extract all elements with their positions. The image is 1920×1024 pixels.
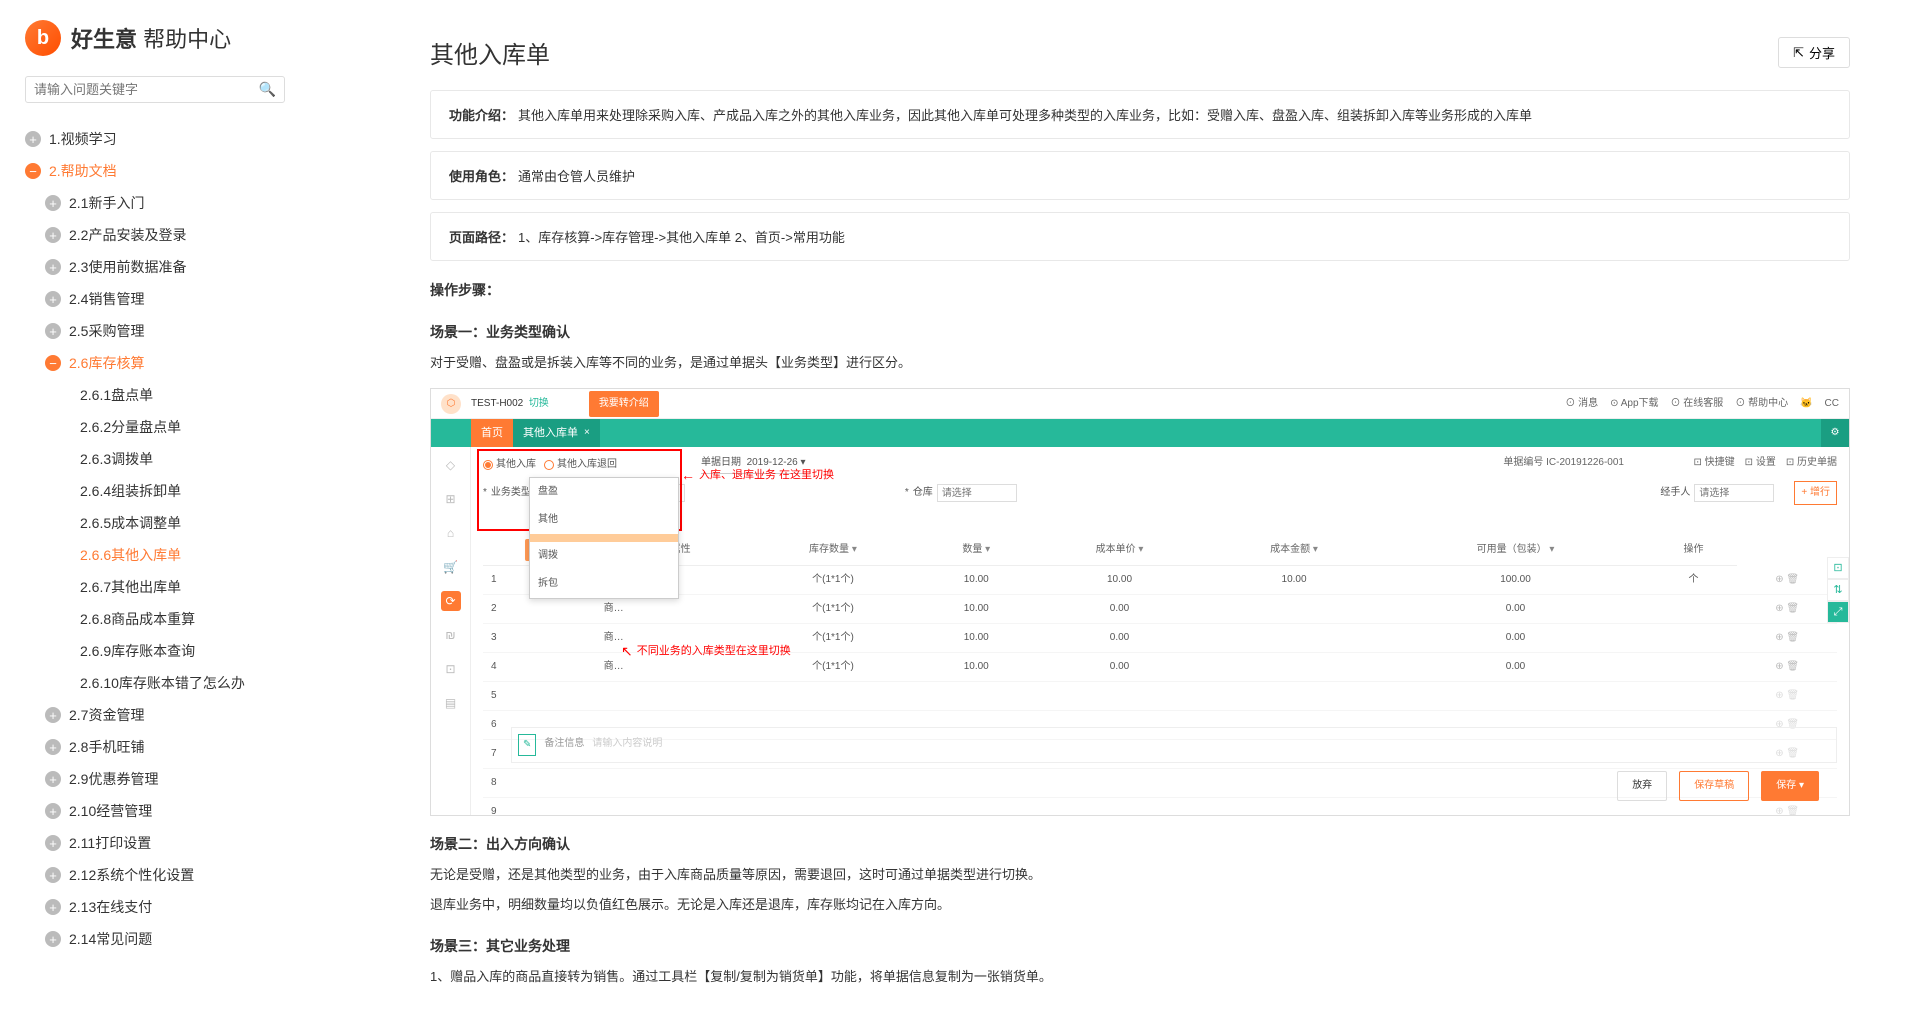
plus-icon: +	[45, 739, 61, 755]
plus-icon: +	[25, 131, 41, 147]
nav-item[interactable]: +2.5采购管理	[25, 315, 430, 347]
nav-item[interactable]: +2.3使用前数据准备	[25, 251, 430, 283]
draft-button: 保存草稿	[1679, 771, 1749, 801]
nav-item[interactable]: 2.6.8商品成本重算	[25, 603, 430, 635]
referral-button: 我要转介绍	[589, 391, 659, 417]
nav-item[interactable]: +2.7资金管理	[25, 699, 430, 731]
scene3-heading: 场景三：其它业务处理	[430, 932, 1850, 960]
plus-icon: +	[45, 899, 61, 915]
plus-icon: +	[45, 931, 61, 947]
nav-tree: +1.视频学习−2.帮助文档+2.1新手入门+2.2产品安装及登录+2.3使用前…	[25, 123, 430, 955]
role-card: 使用角色：通常由仓管人员维护	[430, 151, 1850, 200]
scene3-text: 1、赠品入库的商品直接转为销售。通过工具栏【复制/复制为销货单】功能，将单据信息…	[430, 964, 1850, 990]
share-icon: ⇱	[1793, 45, 1804, 61]
logo-icon: b	[25, 20, 61, 56]
app-logo-icon: ⬡	[441, 394, 461, 414]
embedded-screenshot: ⬡ TEST-H002 切换 我要转介绍 ⊙ 消息⊙ App下载⊙ 在线客服⊙ …	[430, 388, 1850, 816]
annotation-1: ←入库、退库业务 在这里切换	[681, 461, 834, 489]
nav-item[interactable]: +2.11打印设置	[25, 827, 430, 859]
nav-item[interactable]: +1.视频学习	[25, 123, 430, 155]
plus-icon: +	[45, 259, 61, 275]
biz-type-dropdown: 盘盈其他调拨拆包	[529, 477, 679, 599]
nav-item[interactable]: +2.13在线支付	[25, 891, 430, 923]
search-box[interactable]: 🔍	[25, 76, 285, 103]
tab-active: 其他入库单×	[513, 419, 600, 447]
nav-item[interactable]: 2.6.4组装拆卸单	[25, 475, 430, 507]
nav-item[interactable]: +2.8手机旺铺	[25, 731, 430, 763]
nav-item[interactable]: +2.2产品安装及登录	[25, 219, 430, 251]
scene2-text1: 无论是受赠，还是其他类型的业务，由于入库商品质量等原因，需要退回，这时可通过单据…	[430, 862, 1850, 888]
doc-no-field: 单据编号 IC-20191226-001	[1503, 453, 1624, 473]
article-body: 操作步骤： 场景一：业务类型确认 对于受赠、盘盈或是拆装入库等不同的业务，是通过…	[430, 276, 1850, 990]
scene2-text2: 退库业务中，明细数量均以负值红色展示。无论是入库还是退库，库存账均记在入库方向。	[430, 892, 1850, 918]
discard-button: 放弃	[1617, 771, 1667, 801]
nav-item[interactable]: +2.14常见问题	[25, 923, 430, 955]
app-side-rail: ◇⊞⌂🛒⟳₪⊡▤	[431, 447, 471, 815]
tab-home: 首页	[471, 419, 513, 447]
share-button[interactable]: ⇱ 分享	[1778, 37, 1850, 68]
sidebar: b 好生意 帮助中心 🔍 +1.视频学习−2.帮助文档+2.1新手入门+2.2产…	[0, 0, 430, 1024]
nav-item[interactable]: 2.6.10库存账本错了怎么办	[25, 667, 430, 699]
steps-heading: 操作步骤：	[430, 276, 1850, 304]
minus-icon: −	[25, 163, 41, 179]
nav-item[interactable]: +2.4销售管理	[25, 283, 430, 315]
nav-item[interactable]: −2.帮助文档	[25, 155, 430, 187]
save-button: 保存	[1761, 771, 1819, 801]
scene1-text: 对于受赠、盘盈或是拆装入库等不同的业务，是通过单据头【业务类型】进行区分。	[430, 350, 1850, 376]
plus-icon: +	[45, 803, 61, 819]
intro-card: 功能介绍：其他入库单用来处理除采购入库、产成品入库之外的其他入库业务，因此其他入…	[430, 90, 1850, 139]
scene1-heading: 场景一：业务类型确认	[430, 318, 1850, 346]
remark-box: ✎ 备注信息 请输入内容说明	[511, 727, 1837, 763]
nav-item[interactable]: 2.6.6其他入库单	[25, 539, 430, 571]
search-icon[interactable]: 🔍	[259, 81, 276, 98]
side-tools: ⊡⇅⤢	[1827, 557, 1849, 623]
nav-item[interactable]: 2.6.5成本调整单	[25, 507, 430, 539]
nav-item[interactable]: −2.6库存核算	[25, 347, 430, 379]
nav-item[interactable]: 2.6.9库存账本查询	[25, 635, 430, 667]
page-title: 其他入库单	[430, 35, 550, 70]
scene2-heading: 场景二：出入方向确认	[430, 830, 1850, 858]
logo: b 好生意 帮助中心	[25, 20, 430, 56]
nav-item[interactable]: 2.6.1盘点单	[25, 379, 430, 411]
plus-icon: +	[45, 227, 61, 243]
nav-item[interactable]: +2.9优惠券管理	[25, 763, 430, 795]
path-card: 页面路径：1、库存核算->库存管理->其他入库单 2、首页->常用功能	[430, 212, 1850, 261]
nav-item[interactable]: 2.6.7其他出库单	[25, 571, 430, 603]
nav-item[interactable]: 2.6.3调拨单	[25, 443, 430, 475]
search-input[interactable]	[34, 82, 259, 97]
nav-item[interactable]: +2.12系统个性化设置	[25, 859, 430, 891]
gear-icon: ⚙	[1821, 419, 1849, 447]
nav-item[interactable]: 2.6.2分量盘点单	[25, 411, 430, 443]
plus-icon: +	[45, 771, 61, 787]
plus-icon: +	[45, 195, 61, 211]
plus-icon: +	[45, 707, 61, 723]
plus-icon: +	[45, 323, 61, 339]
plus-icon: +	[45, 867, 61, 883]
plus-icon: +	[45, 291, 61, 307]
nav-item[interactable]: +2.1新手入门	[25, 187, 430, 219]
annotation-2: ↖不同业务的入库类型在这里切换	[621, 637, 791, 665]
minus-icon: −	[45, 355, 61, 371]
logo-text: 好生意 帮助中心	[71, 22, 231, 54]
main-content: 其他入库单 ⇱ 分享 功能介绍：其他入库单用来处理除采购入库、产成品入库之外的其…	[430, 0, 1920, 1024]
avatar-icon: 🐱	[1800, 394, 1812, 414]
plus-icon: +	[45, 835, 61, 851]
nav-item[interactable]: +2.10经营管理	[25, 795, 430, 827]
